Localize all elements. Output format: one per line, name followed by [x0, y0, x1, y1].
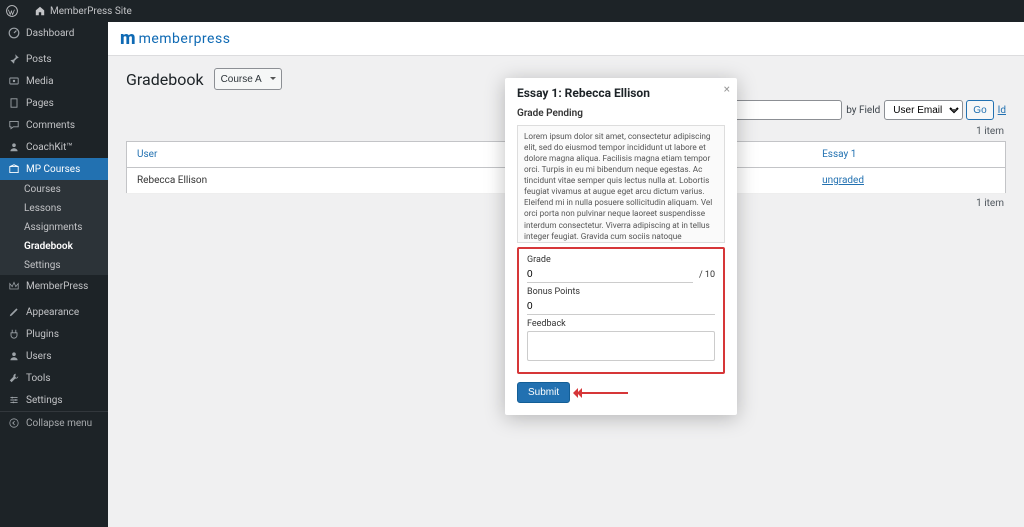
collapse-menu[interactable]: Collapse menu	[0, 411, 108, 434]
grade-form-highlight: Grade / 10 Bonus Points Feedback	[517, 247, 725, 374]
feedback-label: Feedback	[527, 319, 715, 329]
submenu-gradebook[interactable]: Gradebook	[0, 237, 108, 256]
wordpress-icon	[6, 5, 18, 17]
appearance-icon	[8, 306, 20, 318]
grade-modal: × Essay 1: Rebecca Ellison Grade Pending…	[505, 78, 737, 415]
annotation-arrow	[578, 389, 634, 397]
menu-settings[interactable]: Settings	[0, 389, 108, 411]
menu-media[interactable]: Media	[0, 70, 108, 92]
plugins-icon	[8, 328, 20, 340]
wp-admin-bar: MemberPress Site	[0, 0, 1024, 22]
submenu-assignments[interactable]: Assignments	[0, 218, 108, 237]
site-name-link[interactable]: MemberPress Site	[34, 5, 132, 17]
bonus-input[interactable]	[527, 299, 715, 315]
users-icon	[8, 350, 20, 362]
modal-close-button[interactable]: ×	[724, 82, 730, 96]
pin-icon	[8, 53, 20, 65]
menu-plugins[interactable]: Plugins	[0, 323, 108, 345]
media-icon	[8, 75, 20, 87]
bonus-label: Bonus Points	[527, 287, 715, 297]
menu-users[interactable]: Users	[0, 345, 108, 367]
submenu-courses[interactable]: Courses	[0, 180, 108, 199]
grade-label: Grade	[527, 255, 715, 265]
collapse-icon	[8, 417, 20, 429]
menu-coachkit[interactable]: CoachKit™	[0, 136, 108, 158]
dashboard-icon	[8, 27, 20, 39]
menu-comments[interactable]: Comments	[0, 114, 108, 136]
memberpress-icon	[8, 280, 20, 292]
home-icon	[34, 5, 46, 17]
menu-mp-courses[interactable]: MP Courses	[0, 158, 108, 180]
grade-max: / 10	[699, 270, 715, 280]
courses-icon	[8, 163, 20, 175]
modal-title: Essay 1: Rebecca Ellison	[517, 86, 725, 100]
wp-logo[interactable]	[6, 5, 22, 17]
menu-pages[interactable]: Pages	[0, 92, 108, 114]
main-content: m memberpress Gradebook Course A Filter …	[108, 22, 1024, 527]
settings-icon	[8, 394, 20, 406]
menu-posts[interactable]: Posts	[0, 48, 108, 70]
admin-sidebar: Dashboard Posts Media Pages Comments Coa…	[0, 22, 108, 527]
coachkit-icon	[8, 141, 20, 153]
menu-dashboard[interactable]: Dashboard	[0, 22, 108, 44]
menu-memberpress[interactable]: MemberPress	[0, 275, 108, 297]
menu-appearance[interactable]: Appearance	[0, 301, 108, 323]
feedback-textarea[interactable]	[527, 331, 715, 361]
submenu-lessons[interactable]: Lessons	[0, 199, 108, 218]
submenu-mp-courses: Courses Lessons Assignments Gradebook Se…	[0, 180, 108, 275]
submit-button[interactable]: Submit	[517, 382, 570, 403]
submenu-settings[interactable]: Settings	[0, 256, 108, 275]
comments-icon	[8, 119, 20, 131]
menu-tools[interactable]: Tools	[0, 367, 108, 389]
modal-status: Grade Pending	[517, 108, 725, 119]
essay-text-box[interactable]: Lorem ipsum dolor sit amet, consectetur …	[517, 125, 725, 243]
tools-icon	[8, 372, 20, 384]
site-name: MemberPress Site	[50, 6, 132, 17]
grade-input[interactable]	[527, 267, 693, 283]
pages-icon	[8, 97, 20, 109]
